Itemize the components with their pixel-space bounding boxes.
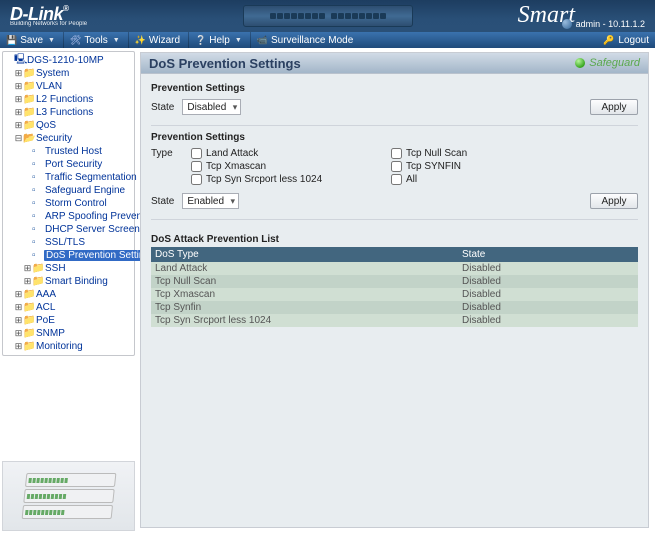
tree-traffic-seg[interactable]: ▫Traffic Segmentation: [3, 171, 134, 184]
tree-dhcp[interactable]: ▫DHCP Server Screening: [3, 223, 134, 236]
tree-root[interactable]: 🖳DGS-1210-10MP: [3, 54, 134, 67]
tree-dos[interactable]: ▫DoS Prevention Settings: [3, 249, 134, 262]
toolbar-help[interactable]: ❔ Help▼: [189, 32, 250, 48]
divider-1: [151, 125, 638, 126]
surveillance-icon: 📹: [257, 35, 268, 46]
tree-port-security[interactable]: ▫Port Security: [3, 158, 134, 171]
tree-ssl[interactable]: ▫SSL/TLS: [3, 236, 134, 249]
tree-l2[interactable]: ⊞📁L2 Functions: [3, 93, 134, 106]
cell-dos-type: Tcp Synfin: [151, 301, 458, 314]
section-prevention-settings-2: Prevention Settings: [151, 132, 638, 143]
tree-trusted-host[interactable]: ▫Trusted Host: [3, 145, 134, 158]
cell-state: Disabled: [458, 275, 638, 288]
chk-nullscan[interactable]: Tcp Null Scan: [391, 148, 591, 159]
nav-tree: 🖳DGS-1210-10MP ⊞📁System ⊞📁VLAN ⊞📁L2 Func…: [2, 51, 135, 356]
safeguard-badge: Safeguard: [575, 57, 640, 69]
brand-logo: D-Link® Building Networks for People: [0, 5, 87, 27]
toolbar-save[interactable]: 💾 Save▼: [0, 32, 63, 48]
sidebar: 🖳DGS-1210-10MP ⊞📁System ⊞📁VLAN ⊞📁L2 Func…: [0, 48, 138, 534]
table-row: Land AttackDisabled: [151, 262, 638, 275]
dos-list-title: DoS Attack Prevention List: [151, 234, 638, 245]
save-icon: 💾: [6, 35, 17, 46]
tree-snmp[interactable]: ⊞📁SNMP: [3, 327, 134, 340]
state-label-2: State: [151, 196, 174, 207]
tree-l3[interactable]: ⊞📁L3 Functions: [3, 106, 134, 119]
wizard-icon: ✨: [135, 35, 146, 46]
tree-aaa[interactable]: ⊞📁AAA: [3, 288, 134, 301]
state-label-1: State: [151, 102, 174, 113]
tree-monitoring[interactable]: ⊞📁Monitoring: [3, 340, 134, 353]
main-panel: DoS Prevention Settings Safeguard Preven…: [140, 52, 649, 528]
cell-dos-type: Tcp Null Scan: [151, 275, 458, 288]
tree-safeguard[interactable]: ▫Safeguard Engine: [3, 184, 134, 197]
apply-button-2[interactable]: Apply: [590, 193, 638, 209]
cell-state: Disabled: [458, 314, 638, 327]
chk-srcport[interactable]: Tcp Syn Srcport less 1024: [191, 174, 391, 185]
toolbar-logout[interactable]: 🔑 Logout: [603, 35, 649, 46]
header-banner: D-Link® Building Networks for People Sma…: [0, 0, 655, 32]
device-image: [2, 461, 135, 531]
tree-security[interactable]: ⊟📂Security: [3, 132, 134, 145]
cell-dos-type: Tcp Xmascan: [151, 288, 458, 301]
tools-icon: 🛠: [70, 35, 81, 46]
tree-arp[interactable]: ▫ARP Spoofing Prevention: [3, 210, 134, 223]
apply-button-1[interactable]: Apply: [590, 99, 638, 115]
toolbar-surveillance[interactable]: 📹 Surveillance Mode: [251, 32, 361, 48]
cell-dos-type: Land Attack: [151, 262, 458, 275]
tree-smart-binding[interactable]: ⊞📁Smart Binding: [3, 275, 134, 288]
tree-ssh[interactable]: ⊞📁SSH: [3, 262, 134, 275]
chk-all[interactable]: All: [391, 174, 591, 185]
state-select-1[interactable]: Disabled: [182, 99, 241, 115]
table-row: Tcp XmascanDisabled: [151, 288, 638, 301]
toolbar-wizard[interactable]: ✨ Wizard: [129, 32, 188, 48]
chk-land[interactable]: Land Attack: [191, 148, 391, 159]
tree-system[interactable]: ⊞📁System: [3, 67, 134, 80]
user-info: admin - 10.11.1.2: [562, 19, 645, 29]
cell-dos-type: Tcp Syn Srcport less 1024: [151, 314, 458, 327]
tree-vlan[interactable]: ⊞📁VLAN: [3, 80, 134, 93]
tree-storm[interactable]: ▫Storm Control: [3, 197, 134, 210]
logout-icon: 🔑: [603, 35, 614, 46]
table-row: Tcp Syn Srcport less 1024Disabled: [151, 314, 638, 327]
page-title: DoS Prevention Settings: [149, 56, 301, 71]
cell-state: Disabled: [458, 301, 638, 314]
safeguard-dot-icon: [575, 58, 585, 68]
type-label: Type: [151, 148, 191, 159]
main-toolbar: 💾 Save▼ 🛠 Tools▼ ✨ Wizard ❔ Help▼ 📹 Surv…: [0, 32, 655, 48]
table-row: Tcp Null ScanDisabled: [151, 275, 638, 288]
help-icon: ❔: [195, 35, 206, 46]
chk-xmascan[interactable]: Tcp Xmascan: [191, 161, 391, 172]
tree-poe[interactable]: ⊞📁PoE: [3, 314, 134, 327]
cell-state: Disabled: [458, 262, 638, 275]
user-icon: [562, 19, 572, 29]
page-title-bar: DoS Prevention Settings Safeguard: [141, 53, 648, 74]
cell-state: Disabled: [458, 288, 638, 301]
th-state: State: [458, 247, 638, 262]
tree-acl[interactable]: ⊞📁ACL: [3, 301, 134, 314]
tree-qos[interactable]: ⊞📁QoS: [3, 119, 134, 132]
divider-2: [151, 219, 638, 220]
toolbar-tools[interactable]: 🛠 Tools▼: [64, 32, 128, 48]
chk-synfin[interactable]: Tcp SYNFIN: [391, 161, 591, 172]
section-prevention-settings-1: Prevention Settings: [151, 83, 638, 94]
state-select-2[interactable]: Enabled: [182, 193, 239, 209]
table-row: Tcp SynfinDisabled: [151, 301, 638, 314]
port-status-panel: [243, 5, 413, 27]
dos-table: DoS Type State Land AttackDisabledTcp Nu…: [151, 247, 638, 327]
th-dos-type: DoS Type: [151, 247, 458, 262]
